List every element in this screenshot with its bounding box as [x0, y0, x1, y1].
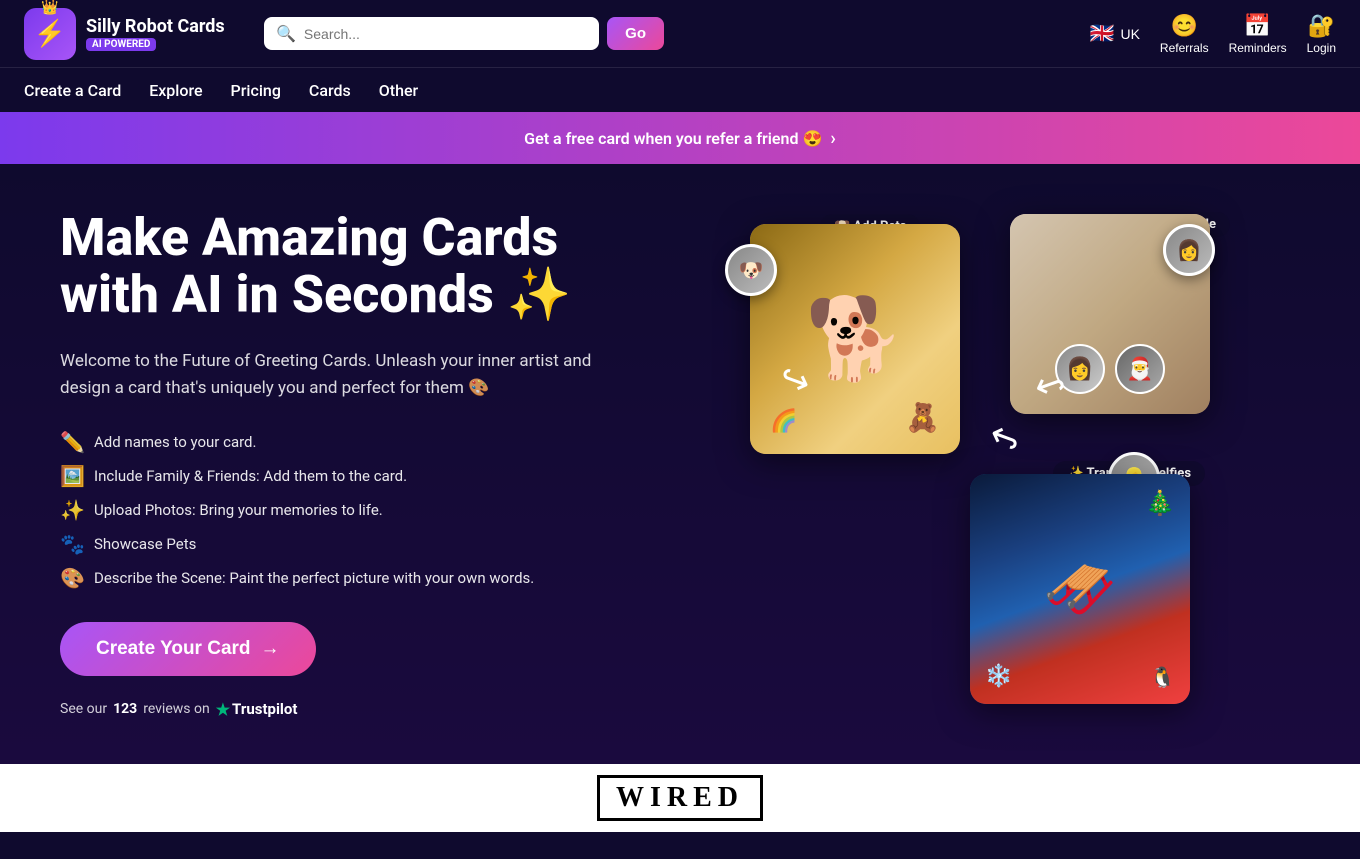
referrals-label: Referrals [1160, 41, 1209, 55]
trustpilot-logo[interactable]: ★ Trustpilot [216, 700, 298, 719]
feature-icon-4: 🐾 [60, 532, 84, 556]
santa-avatar: 🎅 [1115, 344, 1165, 394]
banner-arrow-icon: › [830, 128, 835, 149]
rainbow-emoji: 🌈 [770, 409, 797, 434]
site-header: 👑 ⚡ Silly Robot Cards AI POWERED 🔍 Go 🇬🇧… [0, 0, 1360, 68]
feature-icon-5: 🎨 [60, 566, 84, 590]
profile-bubble-1: 🐶 [725, 244, 777, 296]
feature-item-2: 🖼️ Include Family & Friends: Add them to… [60, 464, 640, 488]
nav-explore[interactable]: Explore [149, 77, 202, 104]
snow-icon: ❄️ [985, 664, 1012, 689]
feature-text-2: Include Family & Friends: Add them to th… [94, 467, 407, 485]
profile-bubble-2: 👩 [1163, 224, 1215, 276]
trustpilot-count: 123 [113, 701, 137, 717]
reminders-icon: 📅 [1244, 13, 1271, 39]
reminders-button[interactable]: 📅 Reminders [1229, 13, 1287, 55]
logo-text: Silly Robot Cards AI POWERED [86, 16, 225, 51]
flag-icon: 🇬🇧 [1090, 21, 1115, 46]
locale-label: UK [1120, 26, 1139, 42]
nav-pricing[interactable]: Pricing [231, 77, 281, 104]
referrals-icon: 😊 [1171, 13, 1198, 39]
hero-title: Make Amazing Cards with AI in Seconds ✨ [60, 209, 640, 323]
feature-icon-2: 🖼️ [60, 464, 84, 488]
pet-card: 🐕 🧸 🌈 [750, 224, 960, 454]
search-wrapper: 🔍 [264, 17, 599, 50]
dog-emoji-icon: 🐕 [805, 292, 905, 386]
search-icon: 🔍 [276, 24, 296, 43]
trustpilot-suffix: reviews on [143, 701, 210, 717]
nav-create-a-card[interactable]: Create a Card [24, 77, 121, 104]
card-group: 🐶 Add Pets 👥 Add Multiple People 🐕 🧸 🌈 [720, 204, 1220, 724]
login-button[interactable]: 🔐 Login [1307, 13, 1336, 55]
selfie-card: 🛷 🎄 ❄️ 🐧 [970, 474, 1190, 704]
hero-left: Make Amazing Cards with AI in Seconds ✨ … [60, 209, 640, 719]
trustpilot-star-icon: ★ [216, 700, 230, 719]
promo-banner[interactable]: Get a free card when you refer a friend … [0, 112, 1360, 164]
search-go-button[interactable]: Go [607, 17, 664, 50]
nav-bar: Create a Card Explore Pricing Cards Othe… [0, 68, 1360, 112]
feature-item-5: 🎨 Describe the Scene: Paint the perfect … [60, 566, 640, 590]
banner-text: Get a free card when you refer a friend … [524, 129, 822, 148]
feature-text-5: Describe the Scene: Paint the perfect pi… [94, 569, 534, 587]
pet-card-inner: 🐕 🧸 🌈 [750, 224, 960, 454]
nav-other[interactable]: Other [379, 77, 418, 104]
feature-text-4: Showcase Pets [94, 535, 196, 553]
feature-text-3: Upload Photos: Bring your memories to li… [94, 501, 383, 519]
wired-logo: WIRED [597, 775, 763, 821]
hero-subtitle: Welcome to the Future of Greeting Cards.… [60, 348, 640, 402]
logo[interactable]: 👑 ⚡ Silly Robot Cards AI POWERED [24, 8, 244, 60]
features-list: ✏️ Add names to your card. 🖼️ Include Fa… [60, 430, 640, 590]
referrals-button[interactable]: 😊 Referrals [1160, 13, 1209, 55]
feature-item-4: 🐾 Showcase Pets [60, 532, 640, 556]
toy-emoji: 🧸 [905, 401, 940, 434]
sleigh-icon: 🛷 [1043, 554, 1118, 625]
selfie-card-inner: 🛷 🎄 ❄️ 🐧 [970, 474, 1190, 704]
right-nav: 🇬🇧 UK 😊 Referrals 📅 Reminders 🔐 Login [1090, 13, 1336, 55]
create-card-button[interactable]: Create Your Card → [60, 622, 316, 676]
site-name: Silly Robot Cards [86, 16, 225, 38]
feature-text-1: Add names to your card. [94, 433, 256, 451]
search-area: 🔍 Go [264, 17, 664, 50]
penguin-icon: 🐧 [1150, 665, 1175, 689]
hero-section: Make Amazing Cards with AI in Seconds ✨ … [0, 164, 1360, 764]
reminders-label: Reminders [1229, 41, 1287, 55]
wired-section: WIRED [0, 764, 1360, 832]
feature-icon-3: ✨ [60, 498, 84, 522]
logo-icon: 👑 ⚡ [24, 8, 76, 60]
feature-icon-1: ✏️ [60, 430, 84, 454]
curved-arrow-3: ↪ [984, 413, 1027, 463]
hero-right: 🐶 Add Pets 👥 Add Multiple People 🐕 🧸 🌈 [640, 204, 1300, 724]
cta-arrow-icon: → [261, 638, 280, 660]
login-label: Login [1307, 41, 1336, 55]
ai-badge: AI POWERED [86, 38, 156, 51]
xmas-tree-icon: 🎄 [1145, 489, 1175, 517]
login-icon: 🔐 [1308, 13, 1335, 39]
feature-item-3: ✨ Upload Photos: Bring your memories to … [60, 498, 640, 522]
nav-cards[interactable]: Cards [309, 77, 351, 104]
trustpilot-prefix: See our [60, 701, 107, 717]
trustpilot-brand: Trustpilot [232, 700, 297, 718]
search-input[interactable] [304, 26, 587, 42]
trustpilot-area: See our 123 reviews on ★ Trustpilot [60, 700, 640, 719]
feature-item-1: ✏️ Add names to your card. [60, 430, 640, 454]
locale-button[interactable]: 🇬🇧 UK [1090, 21, 1140, 46]
cta-label: Create Your Card [96, 638, 251, 660]
